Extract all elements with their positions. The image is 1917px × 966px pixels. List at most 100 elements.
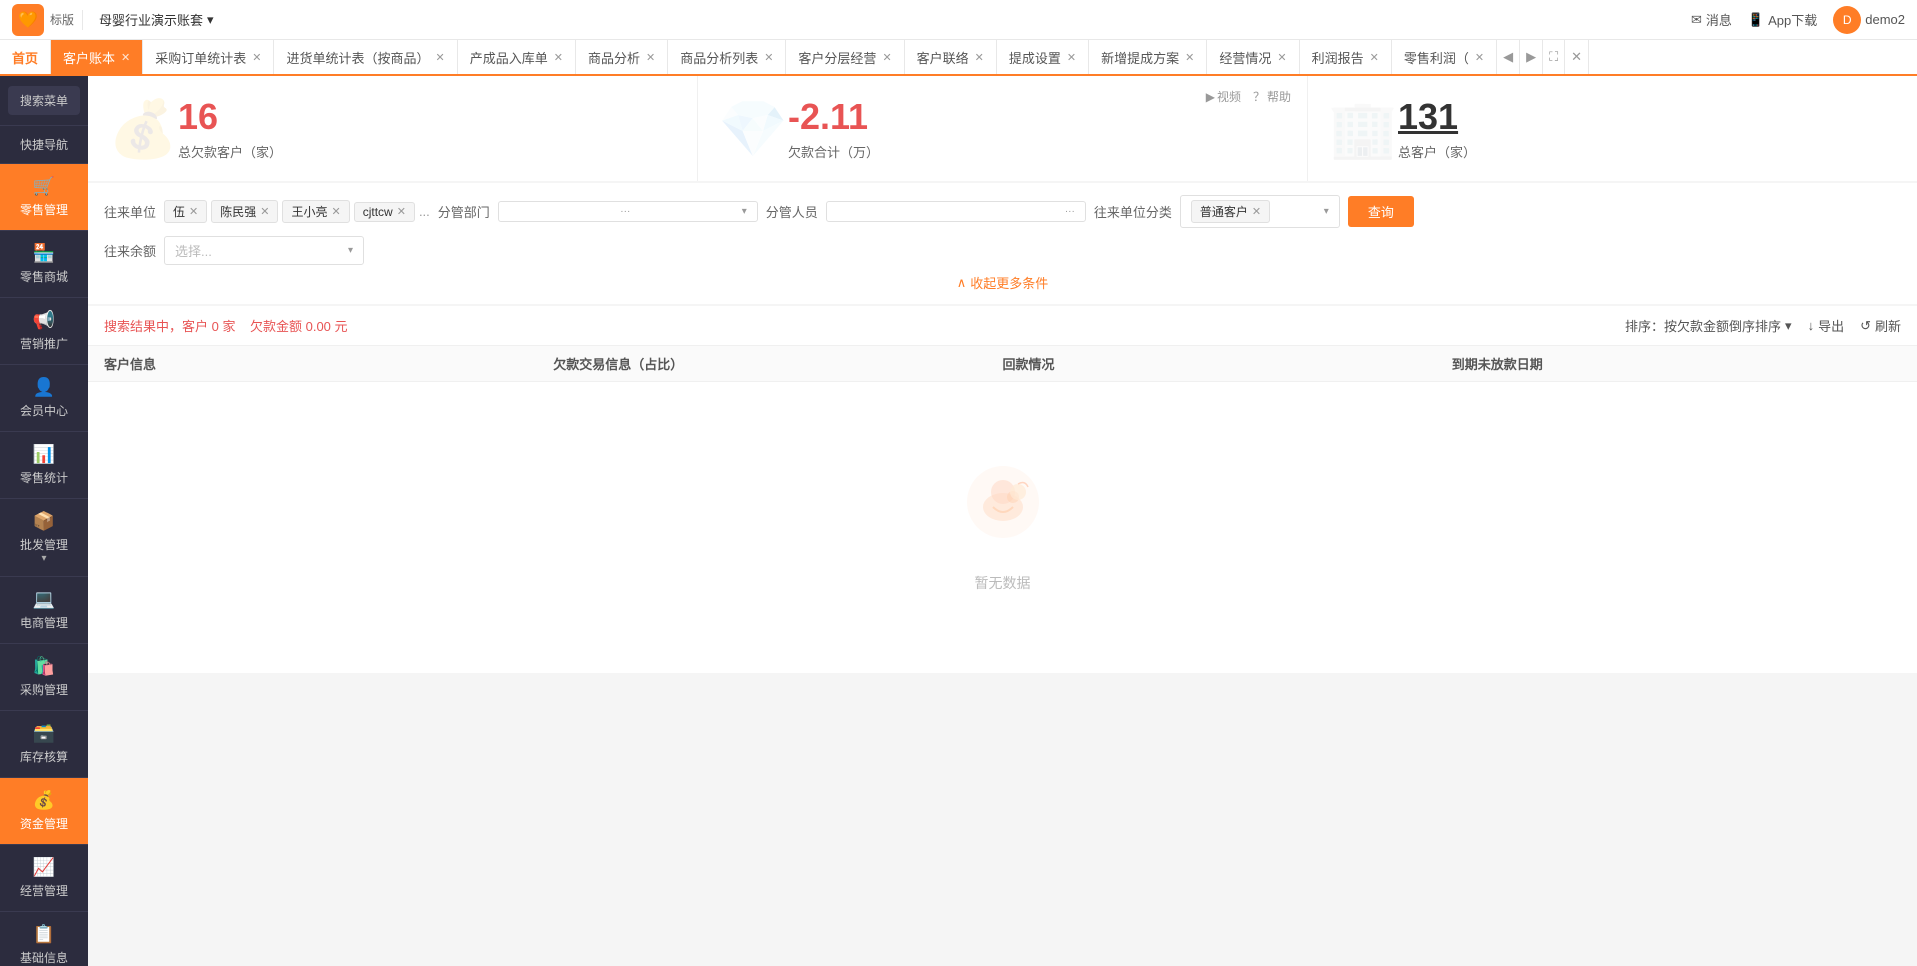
balance-select-value: 选择... <box>175 241 212 260</box>
tab-retail-profit-close[interactable]: ✕ <box>1475 51 1484 64</box>
col-customer-info: 客户信息 <box>104 354 553 373</box>
table-actions: 排序：按欠款金额倒序排序 ▾ ↓ 导出 ↺ 刷新 <box>1625 316 1901 335</box>
sidebar-item-retail-stats[interactable]: 📊 零售统计 <box>0 432 88 499</box>
video-helper-button[interactable]: ▶ 视频 <box>1206 88 1241 105</box>
purchase-icon: 🛍️ <box>4 656 84 677</box>
logo-text: 标版 <box>50 11 74 28</box>
sidebar-item-marketing[interactable]: 📢 营销推广 <box>0 298 88 365</box>
operations-icon: 📈 <box>4 857 84 878</box>
tab-product-analysis[interactable]: 商品分析 ✕ <box>576 40 668 75</box>
tab-profit-report-close[interactable]: ✕ <box>1370 51 1379 64</box>
main-layout: 搜索菜单 快捷导航 🛒 零售管理 🏪 零售商城 📢 营销推广 👤 会员中心 📊 … <box>0 76 1917 966</box>
sidebar-item-retail-mgmt-label: 零售管理 <box>4 201 84 218</box>
tab-purchase-order-stats-close[interactable]: ✕ <box>252 51 261 64</box>
filter-tag-wu-close[interactable]: ✕ <box>189 205 198 218</box>
tab-customer-contact-close[interactable]: ✕ <box>975 51 984 64</box>
tab-inbound-stats-close[interactable]: ✕ <box>436 51 445 64</box>
search-menu-button[interactable]: 搜索菜单 <box>8 86 80 115</box>
department-select-dots: ··· <box>620 206 630 217</box>
unit-category-filter-label: 往来单位分类 <box>1094 202 1172 221</box>
tab-inbound-stats[interactable]: 进货单统计表（按商品） ✕ <box>274 40 457 75</box>
tab-customer-book[interactable]: 客户账本 ✕ <box>51 40 143 75</box>
tab-retail-profit[interactable]: 零售利润（ ✕ <box>1392 40 1497 75</box>
sidebar-item-wholesale-mgmt-label: 批发管理 <box>20 536 68 553</box>
collapse-button[interactable]: ∧ 收起更多条件 <box>957 273 1049 292</box>
tab-product-analysis-close[interactable]: ✕ <box>646 51 655 64</box>
filter-tag-wang-close[interactable]: ✕ <box>332 205 341 218</box>
sidebar-item-basic-info[interactable]: 📋 基础信息 <box>0 912 88 966</box>
filter-tag-wu: 伍 ✕ <box>164 200 207 223</box>
tab-customer-contact[interactable]: 客户联络 ✕ <box>905 40 997 75</box>
inventory-icon: 🗃️ <box>4 723 84 744</box>
filter-tag-wang-text: 王小亮 <box>291 203 327 220</box>
sidebar-item-operations[interactable]: 📈 经营管理 <box>0 845 88 912</box>
sidebar-item-ecommerce[interactable]: 💻 电商管理 <box>0 577 88 644</box>
tab-new-promotion[interactable]: 新增提成方案 ✕ <box>1089 40 1207 75</box>
quick-nav-button[interactable]: 快捷导航 <box>0 126 88 164</box>
balance-select[interactable]: 选择... ▾ <box>164 236 364 265</box>
stat-total-credit-customers: 💰 16 总欠款客户（家） <box>88 76 698 181</box>
messages-button[interactable]: ✉ 消息 <box>1691 10 1732 29</box>
app-download-button[interactable]: 📱 App下载 <box>1748 10 1817 29</box>
help-helper-button[interactable]: ？ 帮助 <box>1253 88 1291 105</box>
stat-helpers: ▶ 视频 ？ 帮助 <box>1206 88 1291 105</box>
unit-category-tags: 普通客户 ✕ <box>1191 200 1270 223</box>
sidebar-item-retail-mgmt[interactable]: 🛒 零售管理 <box>0 164 88 231</box>
tab-cost-inbound-close[interactable]: ✕ <box>554 51 563 64</box>
empty-state-icon <box>963 462 1043 561</box>
sort-control[interactable]: 排序：按欠款金额倒序排序 ▾ <box>1625 316 1792 335</box>
stat-text-3: 131 总客户（家） <box>1338 96 1887 161</box>
debt-amount: 0.00 <box>306 319 331 334</box>
department-select[interactable]: ··· ▾ <box>498 201 758 222</box>
manager-select[interactable]: ··· <box>826 201 1086 222</box>
export-button[interactable]: ↓ 导出 <box>1808 316 1845 335</box>
tab-product-analysis-list[interactable]: 商品分析列表 ✕ <box>668 40 786 75</box>
tab-business-situation[interactable]: 经营情况 ✕ <box>1207 40 1299 75</box>
unit-category-tag-normal: 普通客户 ✕ <box>1191 200 1270 223</box>
export-label: 导出 <box>1818 316 1844 335</box>
tab-customer-book-close[interactable]: ✕ <box>121 51 130 64</box>
tab-product-analysis-label: 商品分析 <box>588 48 640 67</box>
sidebar-item-wholesale-mgmt[interactable]: 📦 批发管理 ▾ <box>0 499 88 577</box>
tab-product-analysis-list-close[interactable]: ✕ <box>764 51 773 64</box>
sidebar-item-finance[interactable]: 💰 资金管理 <box>0 778 88 845</box>
sidebar-item-member-center-label: 会员中心 <box>4 402 84 419</box>
refresh-icon: ↺ <box>1860 318 1871 334</box>
sidebar-item-purchase[interactable]: 🛍️ 采购管理 <box>0 644 88 711</box>
tab-purchase-order-stats[interactable]: 采购订单统计表 ✕ <box>143 40 274 75</box>
sidebar-item-inventory[interactable]: 🗃️ 库存核算 <box>0 711 88 778</box>
tab-promotion-settings[interactable]: 提成设置 ✕ <box>997 40 1089 75</box>
tab-business-situation-close[interactable]: ✕ <box>1277 51 1286 64</box>
query-button[interactable]: 查询 <box>1348 196 1414 227</box>
retail-stats-icon: 📊 <box>4 444 84 465</box>
unit-category-tag-normal-close[interactable]: ✕ <box>1252 205 1261 218</box>
tab-customer-segment-close[interactable]: ✕ <box>882 51 891 64</box>
tab-maximize-button[interactable]: ⛶ <box>1543 40 1565 75</box>
unit-category-select[interactable]: 普通客户 ✕ ▾ <box>1180 195 1340 228</box>
tab-customer-segment[interactable]: 客户分层经营 ✕ <box>786 40 904 75</box>
department-filter-label: 分管部门 <box>438 202 490 221</box>
manager-select-dots: ··· <box>1065 206 1075 217</box>
tab-new-promotion-close[interactable]: ✕ <box>1185 51 1194 64</box>
tenant-selector[interactable]: 母婴行业演示账套 ▾ <box>91 6 222 33</box>
user-menu[interactable]: D demo2 <box>1833 6 1905 34</box>
stat-label-3: 总客户（家） <box>1398 142 1887 161</box>
tab-cost-inbound[interactable]: 产成品入库单 ✕ <box>458 40 576 75</box>
tab-prev-button[interactable]: ◀ <box>1497 40 1520 75</box>
avatar: D <box>1833 6 1861 34</box>
filter-more-tags[interactable]: ... <box>419 204 430 219</box>
sidebar: 搜索菜单 快捷导航 🛒 零售管理 🏪 零售商城 📢 营销推广 👤 会员中心 📊 … <box>0 76 88 966</box>
stat-number-3[interactable]: 131 <box>1398 96 1887 138</box>
tab-home[interactable]: 首页 <box>0 40 51 75</box>
sidebar-item-member-center[interactable]: 👤 会员中心 <box>0 365 88 432</box>
export-icon: ↓ <box>1808 318 1815 333</box>
filter-tag-chen-close[interactable]: ✕ <box>260 205 269 218</box>
sidebar-item-purchase-label: 采购管理 <box>4 681 84 698</box>
tab-restore-button[interactable]: ✕ <box>1565 40 1589 75</box>
tab-next-button[interactable]: ▶ <box>1520 40 1543 75</box>
refresh-button[interactable]: ↺ 刷新 <box>1860 316 1901 335</box>
tab-profit-report[interactable]: 利润报告 ✕ <box>1300 40 1392 75</box>
sidebar-item-retail-mall[interactable]: 🏪 零售商城 <box>0 231 88 298</box>
tab-promotion-settings-close[interactable]: ✕ <box>1067 51 1076 64</box>
filter-tag-cjttcw-close[interactable]: ✕ <box>397 205 406 218</box>
